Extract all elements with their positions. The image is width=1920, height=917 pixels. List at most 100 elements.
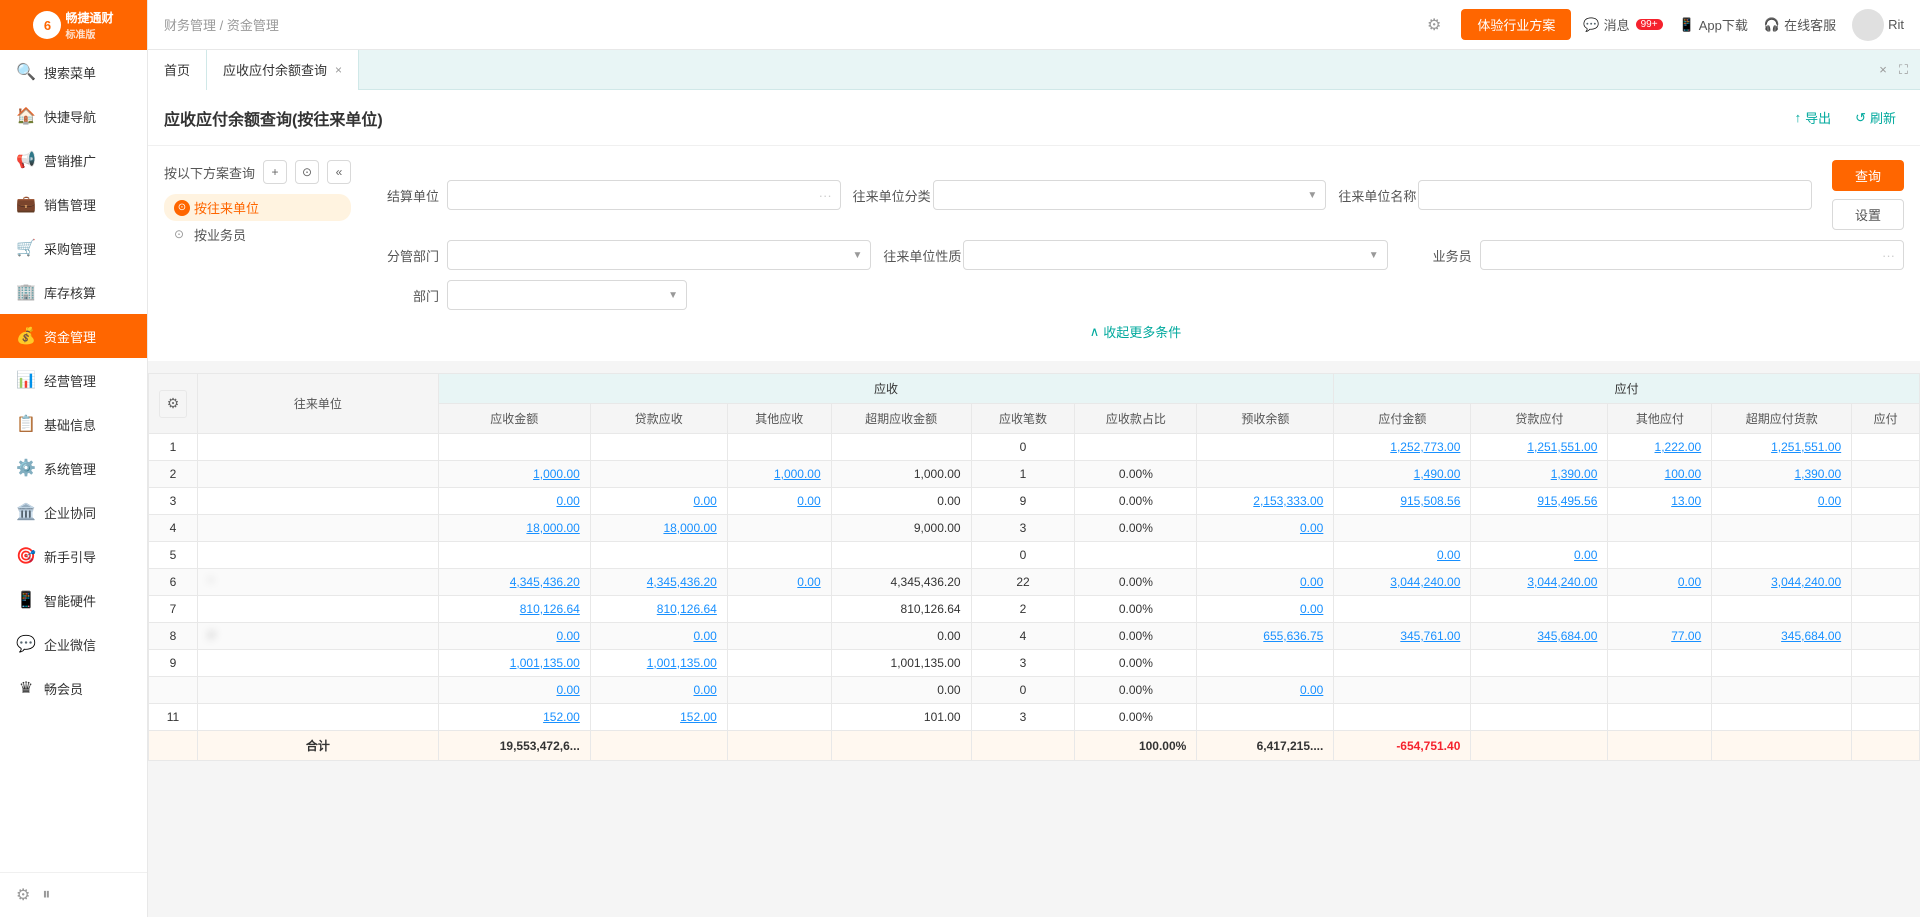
sidebar-item-finance[interactable]: 💰 资金管理 bbox=[0, 314, 147, 358]
cell-overdue-ap[interactable]: 1,251,551.00 bbox=[1712, 434, 1852, 461]
cell-loan-ar[interactable]: 810,126.64 bbox=[590, 596, 727, 623]
query-button[interactable]: 查询 bbox=[1832, 160, 1904, 191]
cell-loan-ar[interactable] bbox=[590, 542, 727, 569]
sidebar-item-guide[interactable]: 🎯 新手引导 bbox=[0, 534, 147, 578]
gear-icon[interactable]: ⚙ bbox=[1427, 15, 1441, 35]
collapse-button[interactable]: ∧ 收起更多条件 bbox=[367, 316, 1904, 347]
cell-loan-ar[interactable]: 4,345,436.20 bbox=[590, 569, 727, 596]
cell-other-ar[interactable] bbox=[727, 623, 831, 650]
partner-nature-input[interactable]: ▼ bbox=[963, 240, 1387, 270]
cell-overdue-ap[interactable] bbox=[1712, 677, 1852, 704]
sidebar-item-search-menu[interactable]: 🔍 搜索菜单 bbox=[0, 50, 147, 94]
cell-prepaid-balance[interactable]: 0.00 bbox=[1197, 596, 1334, 623]
cell-overdue-ap[interactable]: 1,390.00 bbox=[1712, 461, 1852, 488]
sidebar-item-vip[interactable]: ♛ 畅会员 bbox=[0, 666, 147, 710]
cell-overdue-ap[interactable] bbox=[1712, 542, 1852, 569]
partner-category-input[interactable]: ▼ bbox=[933, 180, 1327, 210]
cell-ap-amount[interactable] bbox=[1334, 704, 1471, 731]
sidebar-item-marketing[interactable]: 📢 营销推广 bbox=[0, 138, 147, 182]
cell-ap-amount[interactable]: 915,508.56 bbox=[1334, 488, 1471, 515]
cell-other-ar[interactable]: 0.00 bbox=[727, 569, 831, 596]
cell-loan-ap[interactable]: 0.00 bbox=[1471, 542, 1608, 569]
cell-loan-ar[interactable]: 18,000.00 bbox=[590, 515, 727, 542]
sidebar-item-purchase[interactable]: 🛒 采购管理 bbox=[0, 226, 147, 270]
settlement-unit-input[interactable]: ··· bbox=[447, 180, 841, 210]
tab-home[interactable]: 首页 bbox=[148, 50, 207, 90]
cell-overdue-ap[interactable] bbox=[1712, 596, 1852, 623]
cell-ap-amount[interactable]: 3,044,240.00 bbox=[1334, 569, 1471, 596]
cell-other-ap[interactable]: 1,222.00 bbox=[1608, 434, 1712, 461]
scheme-item-partner[interactable]: ⊙ 按往来单位 bbox=[164, 194, 351, 221]
cell-ap-amount[interactable]: 0.00 bbox=[1334, 542, 1471, 569]
tab-ar-ap-query[interactable]: 应收应付余额查询 × bbox=[207, 50, 359, 90]
setting-button[interactable]: 设置 bbox=[1832, 199, 1904, 230]
table-gear-button[interactable]: ⚙ bbox=[159, 390, 187, 418]
cell-ar-amount[interactable]: 0.00 bbox=[438, 677, 590, 704]
cell-ap-amount[interactable] bbox=[1334, 677, 1471, 704]
department-input[interactable]: ▼ bbox=[447, 280, 687, 310]
cell-loan-ap[interactable] bbox=[1471, 650, 1608, 677]
cell-overdue-ap[interactable]: 0.00 bbox=[1712, 488, 1852, 515]
cell-loan-ar[interactable] bbox=[590, 434, 727, 461]
cell-other-ar[interactable] bbox=[727, 704, 831, 731]
cell-loan-ar[interactable]: 0.00 bbox=[590, 623, 727, 650]
cell-prepaid-balance[interactable] bbox=[1197, 650, 1334, 677]
cell-prepaid-balance[interactable] bbox=[1197, 704, 1334, 731]
footer-ar-amount[interactable]: 19,553,472,6... bbox=[438, 731, 590, 761]
cell-other-ap[interactable]: 100.00 bbox=[1608, 461, 1712, 488]
export-button[interactable]: ↑ 导出 bbox=[1787, 104, 1840, 131]
cell-other-ar[interactable]: 0.00 bbox=[727, 488, 831, 515]
cell-other-ap[interactable]: 0.00 bbox=[1608, 569, 1712, 596]
cell-loan-ap[interactable]: 1,390.00 bbox=[1471, 461, 1608, 488]
sidebar-item-sys-mgmt[interactable]: ⚙️ 系统管理 bbox=[0, 446, 147, 490]
dept-manager-input[interactable]: ▼ bbox=[447, 240, 871, 270]
cell-loan-ap[interactable] bbox=[1471, 704, 1608, 731]
add-scheme-button[interactable]: + bbox=[263, 160, 287, 184]
cell-ap-amount[interactable] bbox=[1334, 650, 1471, 677]
cell-overdue-ap[interactable] bbox=[1712, 515, 1852, 542]
sidebar-item-corp-collab[interactable]: 🏛️ 企业协同 bbox=[0, 490, 147, 534]
cell-ar-amount[interactable]: 1,001,135.00 bbox=[438, 650, 590, 677]
cell-other-ap[interactable] bbox=[1608, 596, 1712, 623]
sidebar-item-basic-info[interactable]: 📋 基础信息 bbox=[0, 402, 147, 446]
cell-ar-amount[interactable]: 0.00 bbox=[438, 623, 590, 650]
cell-prepaid-balance[interactable]: 0.00 bbox=[1197, 515, 1334, 542]
cell-ar-amount[interactable]: 152.00 bbox=[438, 704, 590, 731]
cell-ar-amount[interactable]: 810,126.64 bbox=[438, 596, 590, 623]
cell-loan-ar[interactable]: 1,001,135.00 bbox=[590, 650, 727, 677]
cell-other-ap[interactable] bbox=[1608, 677, 1712, 704]
cell-loan-ap[interactable] bbox=[1471, 515, 1608, 542]
refresh-button[interactable]: ↺ 刷新 bbox=[1847, 104, 1904, 131]
cell-prepaid-balance[interactable]: 0.00 bbox=[1197, 677, 1334, 704]
cell-loan-ar[interactable]: 0.00 bbox=[590, 488, 727, 515]
cell-prepaid-balance[interactable] bbox=[1197, 434, 1334, 461]
scheme-item-salesperson[interactable]: ⊙ 按业务员 bbox=[164, 221, 351, 248]
cell-loan-ar[interactable]: 0.00 bbox=[590, 677, 727, 704]
sidebar-item-sales[interactable]: 💼 销售管理 bbox=[0, 182, 147, 226]
cell-loan-ap[interactable]: 1,251,551.00 bbox=[1471, 434, 1608, 461]
cell-other-ap[interactable] bbox=[1608, 542, 1712, 569]
scheme-collapse-button[interactable]: « bbox=[327, 160, 351, 184]
cell-loan-ar[interactable] bbox=[590, 461, 727, 488]
cell-ap-amount[interactable]: 1,490.00 bbox=[1334, 461, 1471, 488]
cell-prepaid-balance[interactable]: 2,153,333.00 bbox=[1197, 488, 1334, 515]
maximize-icon[interactable]: ⛶ bbox=[1899, 62, 1908, 78]
promo-button[interactable]: 体验行业方案 bbox=[1461, 9, 1571, 40]
sidebar-item-smart-hw[interactable]: 📱 智能硬件 bbox=[0, 578, 147, 622]
app-download-item[interactable]: 📱 App下载 bbox=[1679, 15, 1748, 34]
cell-ar-amount[interactable]: 1,000.00 bbox=[438, 461, 590, 488]
cell-other-ap[interactable]: 13.00 bbox=[1608, 488, 1712, 515]
cell-other-ar[interactable] bbox=[727, 542, 831, 569]
cell-ap-amount[interactable] bbox=[1334, 515, 1471, 542]
cell-ar-amount[interactable]: 4,345,436.20 bbox=[438, 569, 590, 596]
cell-ap-amount[interactable]: 345,761.00 bbox=[1334, 623, 1471, 650]
scheme-settings-button[interactable]: ⊙ bbox=[295, 160, 319, 184]
cell-other-ar[interactable] bbox=[727, 515, 831, 542]
cell-ar-amount[interactable]: 18,000.00 bbox=[438, 515, 590, 542]
sidebar-item-corp-wechat[interactable]: 💬 企业微信 bbox=[0, 622, 147, 666]
partner-name-input[interactable] bbox=[1418, 180, 1812, 210]
online-service-item[interactable]: 🎧 在线客服 bbox=[1764, 15, 1836, 34]
sidebar-settings-icon[interactable]: ⚙ bbox=[16, 885, 30, 905]
cell-other-ar[interactable]: 1,000.00 bbox=[727, 461, 831, 488]
cell-overdue-ap[interactable]: 345,684.00 bbox=[1712, 623, 1852, 650]
